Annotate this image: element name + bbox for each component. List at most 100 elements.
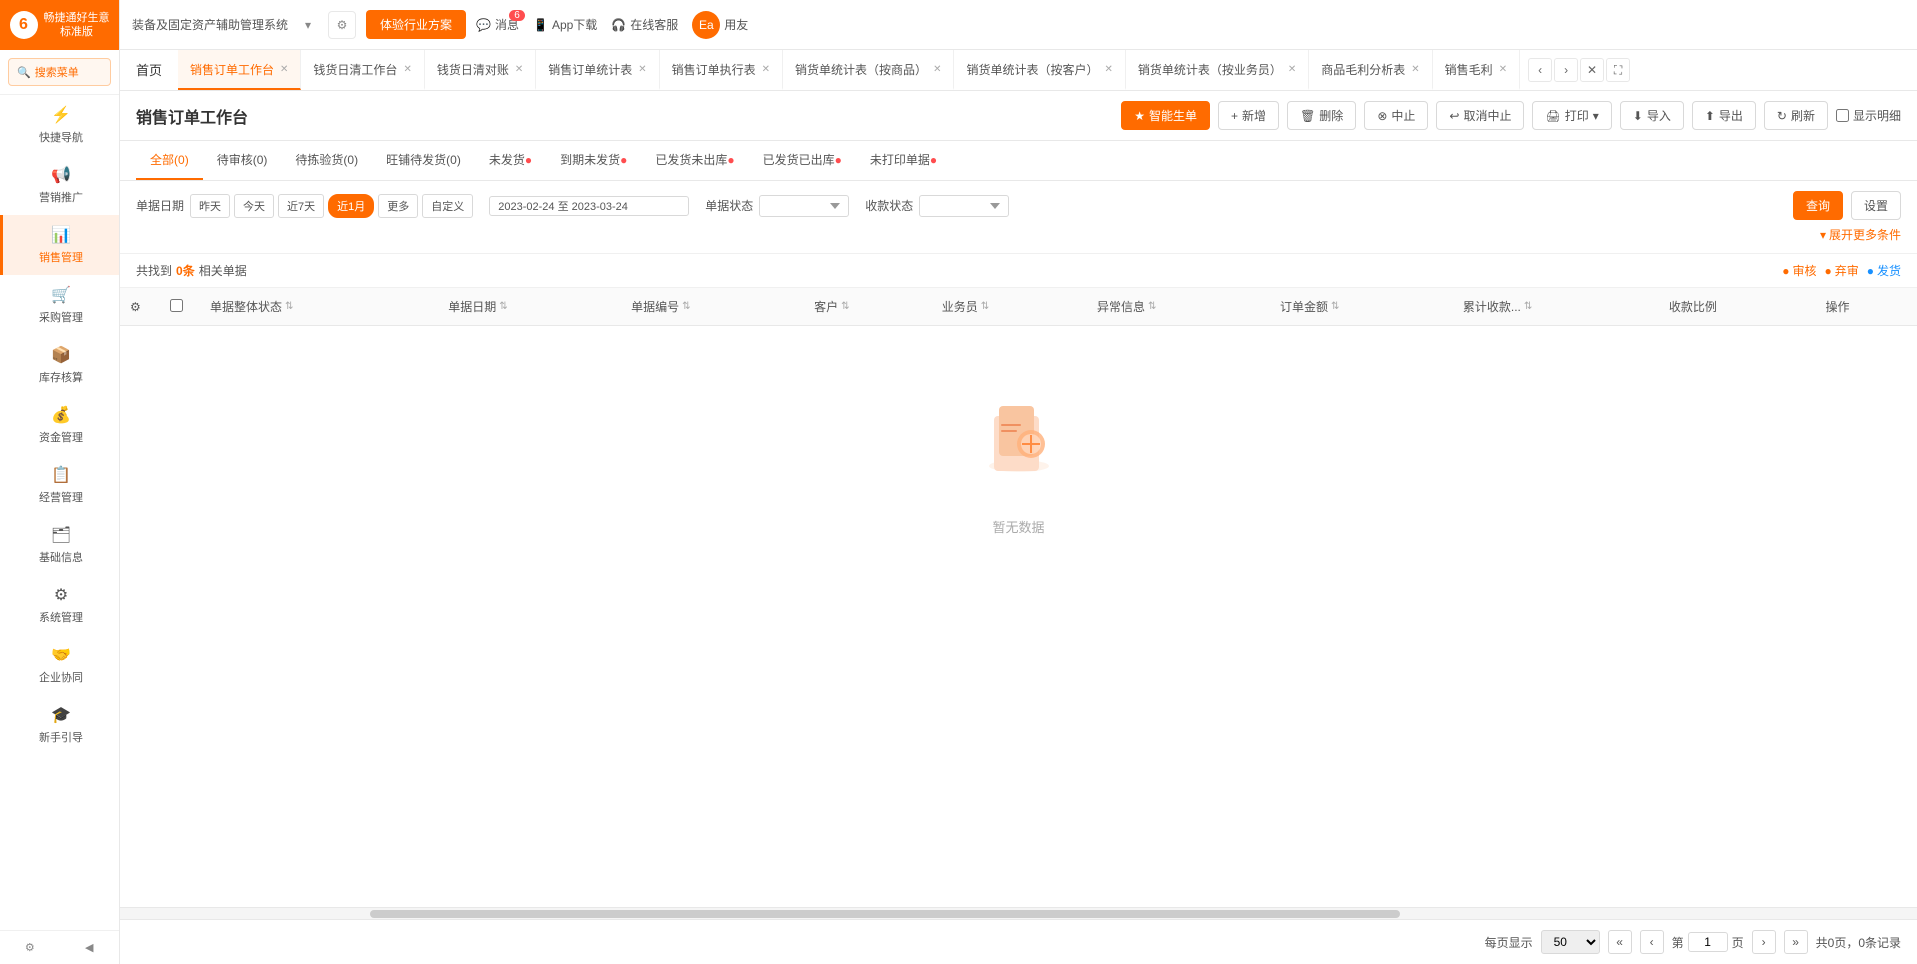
- expand-conditions-button[interactable]: ▾ 展开更多条件: [1820, 226, 1901, 243]
- tab-close-sales-profit[interactable]: ✕: [1499, 64, 1507, 75]
- show-detail-toggle[interactable]: 显示明细: [1836, 107, 1901, 124]
- th-collected[interactable]: 累计收款...: [1453, 288, 1659, 326]
- th-checkbox[interactable]: [160, 288, 200, 326]
- th-amount-sort[interactable]: 订单金额: [1280, 298, 1443, 315]
- th-abnormal-sort[interactable]: 异常信息: [1097, 298, 1260, 315]
- filter-tab-shipped-not-out[interactable]: 已发货未出库●: [641, 141, 748, 180]
- filter-tab-shipped-out[interactable]: 已发货已出库●: [749, 141, 856, 180]
- sidebar-item-basic[interactable]: 🗂 基础信息: [0, 515, 119, 575]
- online-service-button[interactable]: 🎧 在线客服: [611, 16, 678, 33]
- filter-tab-overdue-not-shipped[interactable]: 到期未发货●: [546, 141, 641, 180]
- tab-close-margin-analysis[interactable]: ✕: [1411, 64, 1419, 75]
- ship-action-button[interactable]: ● 发货: [1867, 262, 1901, 279]
- sidebar-item-finance[interactable]: 💰 资金管理: [0, 395, 119, 455]
- th-collected-sort[interactable]: 累计收款...: [1463, 298, 1649, 315]
- date-btn-yesterday[interactable]: 昨天: [190, 194, 230, 218]
- per-page-select[interactable]: 50 100 200: [1541, 930, 1600, 954]
- filter-tab-not-shipped[interactable]: 未发货●: [475, 141, 546, 180]
- add-button[interactable]: + 新增: [1218, 101, 1279, 130]
- sidebar-item-newbie[interactable]: 🎓 新手引导: [0, 695, 119, 755]
- status-select[interactable]: [759, 195, 849, 217]
- sidebar-item-sales[interactable]: 📊 销售管理: [0, 215, 119, 275]
- first-page-button[interactable]: «: [1608, 930, 1632, 954]
- select-all-checkbox[interactable]: [170, 299, 183, 312]
- search-menu-button[interactable]: 🔍 搜索菜单: [8, 58, 111, 86]
- user-menu-button[interactable]: Ea 用友: [692, 11, 748, 39]
- sidebar-item-purchase[interactable]: 🛒 采购管理: [0, 275, 119, 335]
- tab-sales-workbench[interactable]: 销售订单工作台 ✕: [178, 50, 301, 90]
- message-button[interactable]: 💬 消息 6: [476, 16, 519, 33]
- tab-sales-profit[interactable]: 销售毛利 ✕: [1433, 50, 1520, 90]
- tab-close-cash-daily[interactable]: ✕: [403, 64, 411, 75]
- tab-close-sales-workbench[interactable]: ✕: [280, 64, 288, 75]
- tab-margin-analysis[interactable]: 商品毛利分析表 ✕: [1309, 50, 1432, 90]
- cancel-stop-button[interactable]: ↩ 取消中止: [1436, 101, 1524, 130]
- filter-tab-not-printed[interactable]: 未打印单据●: [856, 141, 951, 180]
- sidebar-item-operation[interactable]: 📋 经营管理: [0, 455, 119, 515]
- th-salesman-sort[interactable]: 业务员: [942, 298, 1077, 315]
- sidebar-item-inventory[interactable]: 📦 库存核算: [0, 335, 119, 395]
- solution-button[interactable]: 体验行业方案: [366, 10, 466, 39]
- tab-prev-button[interactable]: ‹: [1528, 58, 1552, 82]
- app-download-button[interactable]: 📱 App下载: [533, 16, 597, 33]
- prev-page-button[interactable]: ‹: [1640, 930, 1664, 954]
- date-btn-more[interactable]: 更多: [378, 194, 418, 218]
- th-customer[interactable]: 客户: [804, 288, 932, 326]
- payment-select[interactable]: [919, 195, 1009, 217]
- settings-search-button[interactable]: 设置: [1851, 191, 1901, 220]
- sidebar-settings-button[interactable]: ⚙: [0, 931, 60, 964]
- delete-button[interactable]: 🗑 删除: [1287, 101, 1356, 130]
- tab-close-sales-exec[interactable]: ✕: [762, 64, 770, 75]
- show-detail-checkbox[interactable]: [1836, 109, 1849, 122]
- sidebar-item-marketing[interactable]: 📢 营销推广: [0, 155, 119, 215]
- filter-tab-pending-audit[interactable]: 待审核(0): [203, 141, 282, 180]
- tab-close-all-button[interactable]: ✕: [1580, 58, 1604, 82]
- filter-tab-all[interactable]: 全部(0): [136, 141, 203, 180]
- page-input[interactable]: [1688, 932, 1728, 952]
- tab-close-sales-summary3[interactable]: ✕: [1288, 64, 1296, 75]
- tab-next-button[interactable]: ›: [1554, 58, 1578, 82]
- cancel-audit-action-button[interactable]: ● 弃审: [1824, 262, 1858, 279]
- refresh-button[interactable]: ↻ 刷新: [1764, 101, 1828, 130]
- th-customer-sort[interactable]: 客户: [814, 298, 922, 315]
- audit-action-button[interactable]: ● 审核: [1782, 262, 1816, 279]
- system-dropdown-button[interactable]: ▾: [298, 15, 318, 35]
- tab-close-cash-reconcile[interactable]: ✕: [515, 64, 523, 75]
- tab-close-sales-stats[interactable]: ✕: [638, 64, 646, 75]
- smart-gen-button[interactable]: ★ 智能生单: [1121, 101, 1210, 130]
- date-btn-today[interactable]: 今天: [234, 194, 274, 218]
- date-btn-custom[interactable]: 自定义: [422, 194, 473, 218]
- last-page-button[interactable]: »: [1784, 930, 1808, 954]
- sidebar-collapse-button[interactable]: ◀: [60, 931, 120, 964]
- filter-tab-pending-inspect[interactable]: 待拣验货(0): [281, 141, 372, 180]
- export-button[interactable]: ⬆ 导出: [1692, 101, 1756, 130]
- scrollbar-thumb[interactable]: [370, 910, 1400, 918]
- th-number[interactable]: 单据编号: [621, 288, 804, 326]
- tab-cash-reconcile[interactable]: 钱货日清对账 ✕: [425, 50, 536, 90]
- filter-tab-wangpu[interactable]: 旺铺待发货(0): [372, 141, 475, 180]
- sidebar-item-system[interactable]: ⚙ 系统管理: [0, 575, 119, 635]
- sidebar-item-quick-nav[interactable]: ⚡ 快捷导航: [0, 95, 119, 155]
- stop-button[interactable]: ⊗ 中止: [1364, 101, 1428, 130]
- date-btn-1month[interactable]: 近1月: [328, 194, 374, 218]
- th-status-sort[interactable]: 单据整体状态: [210, 298, 428, 315]
- th-amount[interactable]: 订单金额: [1270, 288, 1453, 326]
- th-settings[interactable]: ⚙: [120, 288, 160, 326]
- th-date[interactable]: 单据日期: [438, 288, 621, 326]
- tab-sales-summary1[interactable]: 销货单统计表（按商品） ✕: [783, 50, 954, 90]
- print-button[interactable]: 🖨 打印 ▾: [1532, 101, 1611, 130]
- date-btn-7days[interactable]: 近7天: [278, 194, 324, 218]
- sidebar-item-enterprise[interactable]: 🤝 企业协同: [0, 635, 119, 695]
- query-button[interactable]: 查询: [1793, 191, 1843, 220]
- tab-sales-stats[interactable]: 销售订单统计表 ✕: [536, 50, 659, 90]
- tab-sales-summary3[interactable]: 销货单统计表（按业务员） ✕: [1126, 50, 1309, 90]
- topbar-settings-button[interactable]: ⚙: [328, 11, 356, 39]
- th-number-sort[interactable]: 单据编号: [631, 298, 794, 315]
- th-salesman[interactable]: 业务员: [932, 288, 1087, 326]
- th-status[interactable]: 单据整体状态: [200, 288, 438, 326]
- import-button[interactable]: ⬇ 导入: [1620, 101, 1684, 130]
- tab-home[interactable]: 首页: [120, 50, 178, 90]
- th-date-sort[interactable]: 单据日期: [448, 298, 611, 315]
- th-ratio[interactable]: 收款比例: [1659, 288, 1816, 326]
- tab-sales-exec[interactable]: 销售订单执行表 ✕: [660, 50, 783, 90]
